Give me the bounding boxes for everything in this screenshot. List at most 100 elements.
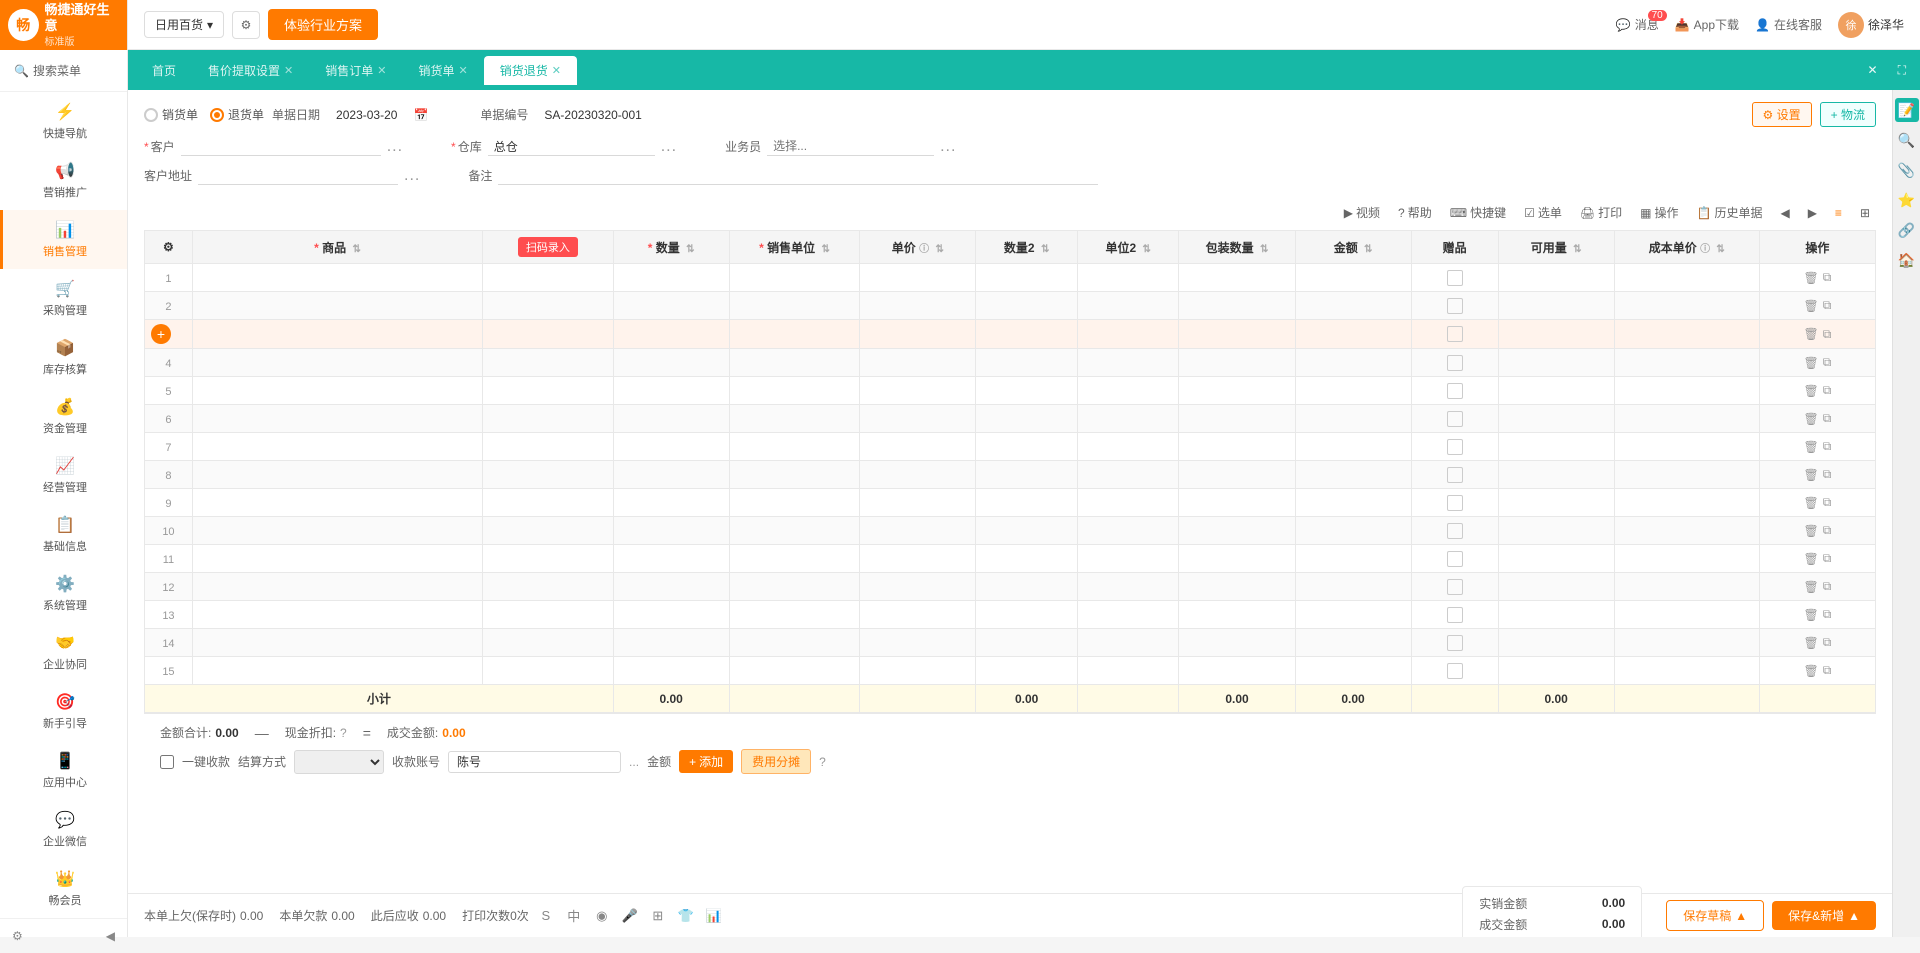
product-cell[interactable] (192, 292, 482, 320)
delete-row-btn[interactable]: 🗑 (1803, 299, 1818, 313)
print-tool-7[interactable]: 📊 (703, 905, 725, 927)
tab-price-setup[interactable]: 售价提取设置 ✕ (192, 56, 309, 85)
right-panel-icon-4[interactable]: ⭐ (1895, 188, 1919, 212)
save-draft-btn[interactable]: 保存草稿 ▲ (1666, 900, 1764, 931)
delete-row-btn[interactable]: 🗑 (1803, 384, 1818, 398)
product-cell[interactable] (192, 489, 482, 517)
right-panel-icon-5[interactable]: 🔗 (1895, 218, 1919, 242)
message-btn[interactable]: 💬 消息 70 (1616, 16, 1659, 33)
sidebar-search[interactable]: 🔍 搜索菜单 (0, 50, 127, 92)
sidebar-item-operations-mgmt[interactable]: 📈 经营管理 (0, 446, 127, 505)
sidebar-item-vip-member[interactable]: 👑 畅会员 (0, 859, 127, 918)
delete-row-btn[interactable]: 🗑 (1803, 580, 1818, 594)
product-cell[interactable] (192, 657, 482, 685)
print-tool-2[interactable]: 中 (563, 905, 585, 927)
expense-split-btn[interactable]: 费用分摊 (741, 749, 811, 774)
next-btn[interactable]: ▶ (1802, 203, 1823, 223)
col-scan-header[interactable]: 扫码录入 (483, 231, 614, 264)
doc-date-value[interactable]: 2023-03-20 (336, 108, 397, 122)
copy-row-btn[interactable]: ⧉ (1823, 439, 1832, 454)
tab-fullscreen-btn[interactable]: ⛶ (1892, 61, 1912, 80)
sidebar-item-sales-mgmt[interactable]: 📊 销售管理 (0, 210, 127, 269)
calc-method-select[interactable] (294, 750, 384, 774)
copy-row-btn[interactable]: ⧉ (1823, 327, 1832, 342)
tab-sales-order-close[interactable]: ✕ (377, 64, 386, 77)
note-input[interactable] (498, 166, 1098, 185)
product-cell[interactable] (192, 461, 482, 489)
online-service-btn[interactable]: 👤 在线客服 (1755, 16, 1822, 33)
delete-row-btn[interactable]: 🗑 (1803, 356, 1818, 370)
gift-checkbox[interactable] (1447, 298, 1463, 314)
address-input[interactable] (198, 166, 398, 185)
delete-row-btn[interactable]: 🗑 (1803, 636, 1818, 650)
add-row-btn[interactable]: + (151, 324, 171, 344)
sidebar-settings-icon[interactable]: ⚙ (12, 929, 23, 943)
delete-row-btn[interactable]: 🗑 (1803, 608, 1818, 622)
copy-row-btn[interactable]: ⧉ (1823, 355, 1832, 370)
header-settings-btn[interactable]: ⚙ (232, 11, 260, 39)
product-cell[interactable] (192, 405, 482, 433)
customer-input[interactable] (181, 137, 381, 156)
print-tool-6[interactable]: 👕 (675, 905, 697, 927)
shortcut-btn[interactable]: ⌨ 快捷键 (1444, 201, 1512, 224)
operate-btn[interactable]: ▦ 操作 (1634, 201, 1684, 224)
delete-row-btn[interactable]: 🗑 (1803, 496, 1818, 510)
product-cell[interactable] (192, 517, 482, 545)
delete-row-btn[interactable]: 🗑 (1803, 412, 1818, 426)
delete-row-btn[interactable]: 🗑 (1803, 664, 1818, 678)
col-settings-header[interactable]: ⚙ (145, 231, 193, 264)
sidebar-item-purchase-mgmt[interactable]: 🛒 采购管理 (0, 269, 127, 328)
tab-price-setup-close[interactable]: ✕ (284, 64, 293, 77)
tab-sales-return[interactable]: 销货退货 ✕ (484, 56, 577, 85)
address-dots[interactable]: ... (404, 167, 420, 185)
gift-checkbox[interactable] (1447, 326, 1463, 342)
right-panel-icon-1[interactable]: 📝 (1895, 98, 1919, 122)
gift-checkbox[interactable] (1447, 579, 1463, 595)
product-cell[interactable] (192, 629, 482, 657)
copy-row-btn[interactable]: ⧉ (1823, 523, 1832, 538)
select-doc-btn[interactable]: ☑ 选单 (1518, 201, 1568, 224)
gift-checkbox[interactable] (1447, 383, 1463, 399)
product-cell[interactable] (192, 545, 482, 573)
copy-row-btn[interactable]: ⧉ (1823, 551, 1832, 566)
gift-checkbox[interactable] (1447, 663, 1463, 679)
gift-checkbox[interactable] (1447, 523, 1463, 539)
tab-home[interactable]: 首页 (136, 56, 192, 85)
right-panel-icon-3[interactable]: 📎 (1895, 158, 1919, 182)
help-btn[interactable]: ? 帮助 (1392, 201, 1438, 224)
customer-dots[interactable]: ... (387, 138, 403, 156)
warehouse-dots[interactable]: ... (661, 138, 677, 156)
product-cell[interactable] (192, 601, 482, 629)
delete-row-btn[interactable]: 🗑 (1803, 552, 1818, 566)
tab-sales-return-close[interactable]: ✕ (552, 64, 561, 77)
add-logistics-btn[interactable]: + 物流 (1820, 102, 1876, 127)
gift-checkbox[interactable] (1447, 607, 1463, 623)
industry-dropdown[interactable]: 日用百货 ▾ (144, 11, 224, 38)
expense-help-icon[interactable]: ? (819, 755, 826, 769)
sidebar-item-finance-mgmt[interactable]: 💰 资金管理 (0, 387, 127, 446)
user-info[interactable]: 徐 徐泽华 (1838, 12, 1904, 38)
gift-checkbox[interactable] (1447, 411, 1463, 427)
discount-info-icon[interactable]: ? (340, 726, 347, 740)
gift-checkbox[interactable] (1447, 551, 1463, 567)
copy-row-btn[interactable]: ⧉ (1823, 663, 1832, 678)
sidebar-item-inventory[interactable]: 📦 库存核算 (0, 328, 127, 387)
sidebar-item-app-center[interactable]: 📱 应用中心 (0, 741, 127, 800)
gift-checkbox[interactable] (1447, 355, 1463, 371)
delete-row-btn[interactable]: 🗑 (1803, 468, 1818, 482)
delete-row-btn[interactable]: 🗑 (1803, 440, 1818, 454)
delete-row-btn[interactable]: 🗑 (1803, 524, 1818, 538)
account-dots[interactable]: ... (629, 755, 639, 769)
sidebar-item-system-mgmt[interactable]: ⚙️ 系统管理 (0, 564, 127, 623)
delete-row-btn[interactable]: 🗑 (1803, 271, 1818, 285)
copy-row-btn[interactable]: ⧉ (1823, 495, 1832, 510)
copy-row-btn[interactable]: ⧉ (1823, 298, 1832, 313)
sidebar-item-enterprise-wechat[interactable]: 💬 企业微信 (0, 800, 127, 859)
product-cell[interactable] (192, 320, 482, 349)
copy-row-btn[interactable]: ⧉ (1823, 383, 1832, 398)
product-cell[interactable] (192, 377, 482, 405)
gift-checkbox[interactable] (1447, 270, 1463, 286)
sidebar-item-marketing[interactable]: 📢 营销推广 (0, 151, 127, 210)
search-menu-btn[interactable]: 🔍 搜索菜单 (8, 58, 119, 83)
list-view-btn[interactable]: ≡ (1829, 203, 1848, 223)
